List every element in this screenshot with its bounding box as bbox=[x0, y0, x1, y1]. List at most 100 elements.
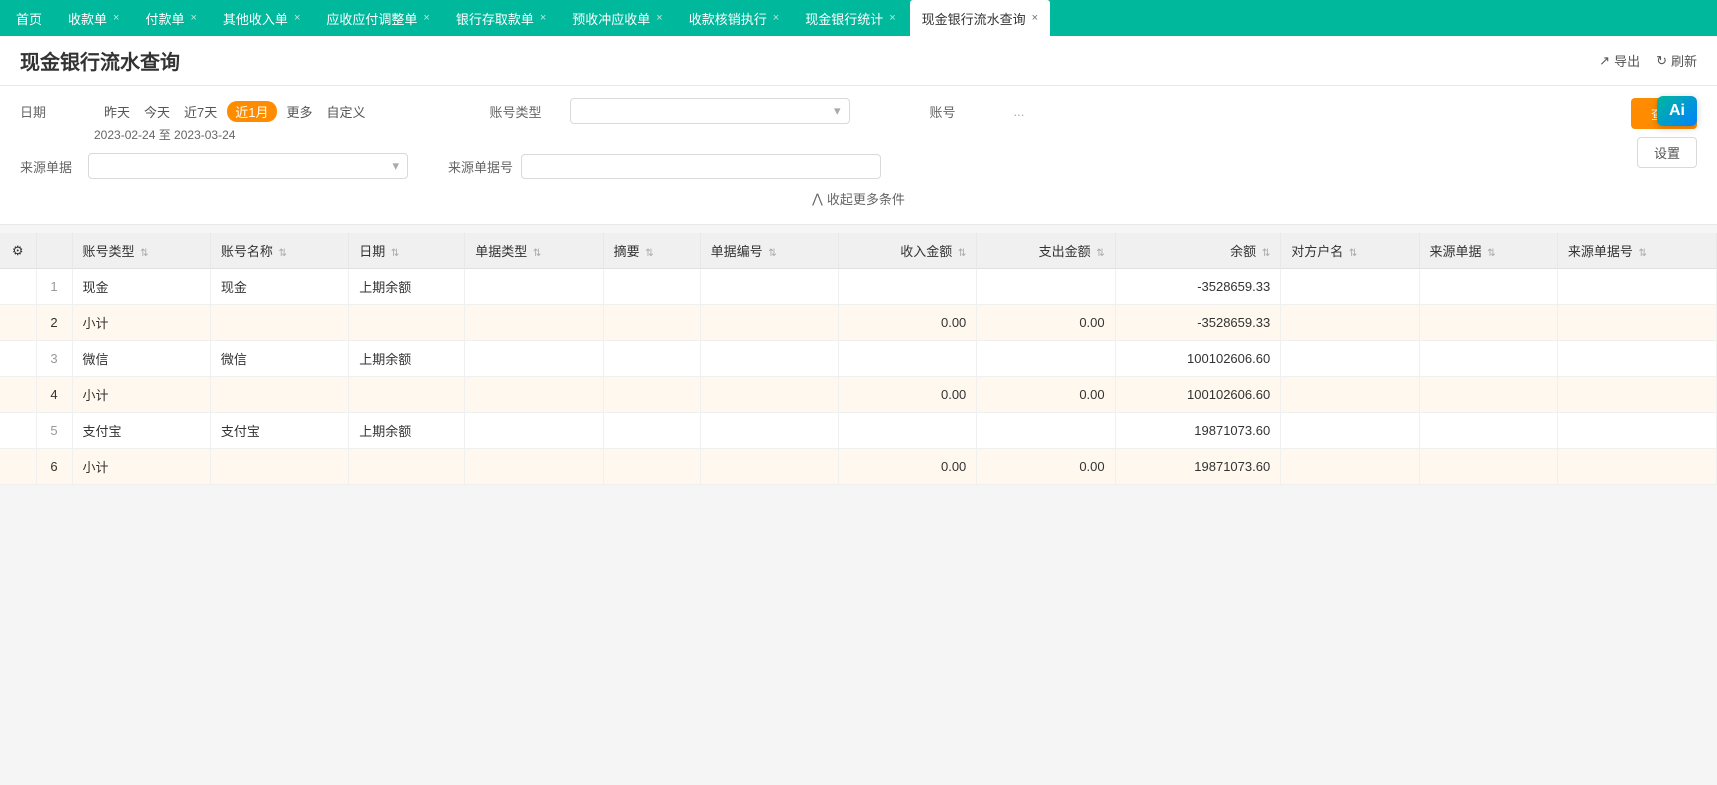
row-balance: -3528659.33 bbox=[1115, 269, 1281, 305]
summary-sort-icon: ⇅ bbox=[645, 248, 653, 259]
source-doc-no-sort-icon: ⇅ bbox=[1639, 248, 1647, 259]
row-account-type: 支付宝 bbox=[72, 413, 210, 449]
source-doc-no-column-header[interactable]: 来源单据号 ⇅ bbox=[1557, 233, 1716, 269]
row-date: 上期余额 bbox=[349, 341, 465, 377]
row-expense bbox=[977, 269, 1115, 305]
row-account-name: 现金 bbox=[210, 269, 348, 305]
source-doc-sort-icon: ⇅ bbox=[1487, 248, 1495, 259]
num-column-header bbox=[36, 233, 72, 269]
row-summary bbox=[603, 449, 700, 485]
nav-payment[interactable]: 付款单 × bbox=[133, 0, 208, 36]
account-type-column-header[interactable]: 账号类型 ⇅ bbox=[72, 233, 210, 269]
source-doc-value bbox=[97, 159, 101, 174]
nav-other-income-close[interactable]: × bbox=[294, 12, 300, 24]
gear-column-header[interactable]: ⚙ bbox=[0, 233, 36, 269]
source-doc-group: 来源单据 ▾ bbox=[20, 153, 408, 179]
account-name-sort-icon: ⇅ bbox=[278, 248, 286, 259]
account-dots[interactable]: ... bbox=[1014, 104, 1025, 119]
data-table: ⚙ 账号类型 ⇅ 账号名称 ⇅ 日期 ⇅ 单据类型 ⇅ bbox=[0, 233, 1717, 485]
row-doc-no bbox=[700, 305, 838, 341]
income-column-header[interactable]: 收入金额 ⇅ bbox=[838, 233, 976, 269]
nav-collection-exec[interactable]: 收款核销执行 × bbox=[677, 0, 791, 36]
source-doc-column-header[interactable]: 来源单据 ⇅ bbox=[1419, 233, 1557, 269]
nav-cash-flow-close[interactable]: × bbox=[1032, 12, 1038, 24]
row-summary bbox=[603, 269, 700, 305]
source-doc-no-input[interactable] bbox=[521, 154, 881, 179]
row-account-type: 小计 bbox=[72, 305, 210, 341]
date-column-header[interactable]: 日期 ⇅ bbox=[349, 233, 465, 269]
source-doc-no-label: 来源单据号 bbox=[448, 157, 513, 176]
date-btn-today[interactable]: 今天 bbox=[140, 101, 174, 122]
source-doc-select[interactable]: ▾ bbox=[88, 153, 408, 179]
nav-advance-offset-close[interactable]: × bbox=[656, 12, 662, 24]
row-checkbox bbox=[0, 377, 36, 413]
row-account-name bbox=[210, 449, 348, 485]
date-btn-custom[interactable]: 自定义 bbox=[323, 101, 370, 122]
nav-collection-exec-close[interactable]: × bbox=[773, 12, 779, 24]
date-btn-7days[interactable]: 近7天 bbox=[180, 101, 221, 122]
date-btn-1month[interactable]: 近1月 bbox=[227, 101, 276, 122]
nav-cash-stats-close[interactable]: × bbox=[889, 12, 895, 24]
summary-column-header[interactable]: 摘要 ⇅ bbox=[603, 233, 700, 269]
row-counterparty bbox=[1281, 377, 1419, 413]
row-income: 0.00 bbox=[838, 449, 976, 485]
header-actions: ↗ 导出 ↻ 刷新 bbox=[1599, 51, 1697, 70]
date-range-display: 2023-02-24 至 2023-03-24 bbox=[94, 128, 235, 142]
row-source-doc-no bbox=[1557, 269, 1716, 305]
nav-bank-deposit-close[interactable]: × bbox=[540, 12, 546, 24]
row-expense bbox=[977, 341, 1115, 377]
doc-no-column-header[interactable]: 单据编号 ⇅ bbox=[700, 233, 838, 269]
date-filter-row: 日期 昨天 今天 近7天 近1月 更多 自定义 账号类型 ▾ 账号 ... bbox=[20, 98, 1611, 124]
nav-cash-flow-query[interactable]: 现金银行流水查询 × bbox=[910, 0, 1050, 36]
row-expense bbox=[977, 413, 1115, 449]
nav-payment-close[interactable]: × bbox=[190, 12, 196, 24]
row-counterparty bbox=[1281, 341, 1419, 377]
table-row: 3微信微信上期余额100102606.60 bbox=[0, 341, 1717, 377]
nav-other-income[interactable]: 其他收入单 × bbox=[211, 0, 312, 36]
account-type-value bbox=[579, 104, 583, 119]
row-doc-type bbox=[465, 341, 603, 377]
row-date bbox=[349, 377, 465, 413]
account-name-column-header[interactable]: 账号名称 ⇅ bbox=[210, 233, 348, 269]
row-doc-type bbox=[465, 377, 603, 413]
counterparty-column-header[interactable]: 对方户名 ⇅ bbox=[1281, 233, 1419, 269]
refresh-icon: ↻ bbox=[1656, 53, 1667, 69]
date-btn-yesterday[interactable]: 昨天 bbox=[100, 101, 134, 122]
row-source-doc bbox=[1419, 377, 1557, 413]
nav-bank-deposit[interactable]: 银行存取款单 × bbox=[444, 0, 558, 36]
nav-advance-offset[interactable]: 预收冲应收单 × bbox=[560, 0, 674, 36]
row-income bbox=[838, 269, 976, 305]
export-icon: ↗ bbox=[1599, 53, 1610, 69]
nav-adjustment-close[interactable]: × bbox=[423, 12, 429, 24]
row-income bbox=[838, 413, 976, 449]
account-type-label: 账号类型 bbox=[490, 102, 550, 121]
nav-cash-stats[interactable]: 现金银行统计 × bbox=[793, 0, 907, 36]
row-account-name bbox=[210, 377, 348, 413]
nav-adjustment[interactable]: 应收应付调整单 × bbox=[314, 0, 441, 36]
nav-home[interactable]: 首页 bbox=[4, 0, 54, 36]
nav-receipt-close[interactable]: × bbox=[113, 12, 119, 24]
row-source-doc bbox=[1419, 341, 1557, 377]
row-counterparty bbox=[1281, 305, 1419, 341]
collapse-bar[interactable]: ⋀ 收起更多条件 bbox=[20, 185, 1697, 212]
settings-button[interactable]: 设置 bbox=[1637, 137, 1697, 168]
doc-type-column-header[interactable]: 单据类型 ⇅ bbox=[465, 233, 603, 269]
row-source-doc-no bbox=[1557, 449, 1716, 485]
refresh-label: 刷新 bbox=[1671, 51, 1697, 70]
row-num: 2 bbox=[36, 305, 72, 341]
account-type-select[interactable]: ▾ bbox=[570, 98, 850, 124]
row-income: 0.00 bbox=[838, 305, 976, 341]
table-row: 5支付宝支付宝上期余额19871073.60 bbox=[0, 413, 1717, 449]
row-num: 1 bbox=[36, 269, 72, 305]
balance-column-header[interactable]: 余额 ⇅ bbox=[1115, 233, 1281, 269]
export-button[interactable]: ↗ 导出 bbox=[1599, 51, 1640, 70]
row-checkbox bbox=[0, 305, 36, 341]
ai-badge[interactable]: Ai bbox=[1657, 96, 1697, 126]
doc-type-sort-icon: ⇅ bbox=[533, 248, 541, 259]
refresh-button[interactable]: ↻ 刷新 bbox=[1656, 51, 1697, 70]
nav-receipt[interactable]: 收款单 × bbox=[56, 0, 131, 36]
filter-area: 日期 昨天 今天 近7天 近1月 更多 自定义 账号类型 ▾ 账号 ... bbox=[0, 86, 1717, 225]
expense-column-header[interactable]: 支出金额 ⇅ bbox=[977, 233, 1115, 269]
date-btn-more[interactable]: 更多 bbox=[283, 101, 317, 122]
row-account-type: 现金 bbox=[72, 269, 210, 305]
